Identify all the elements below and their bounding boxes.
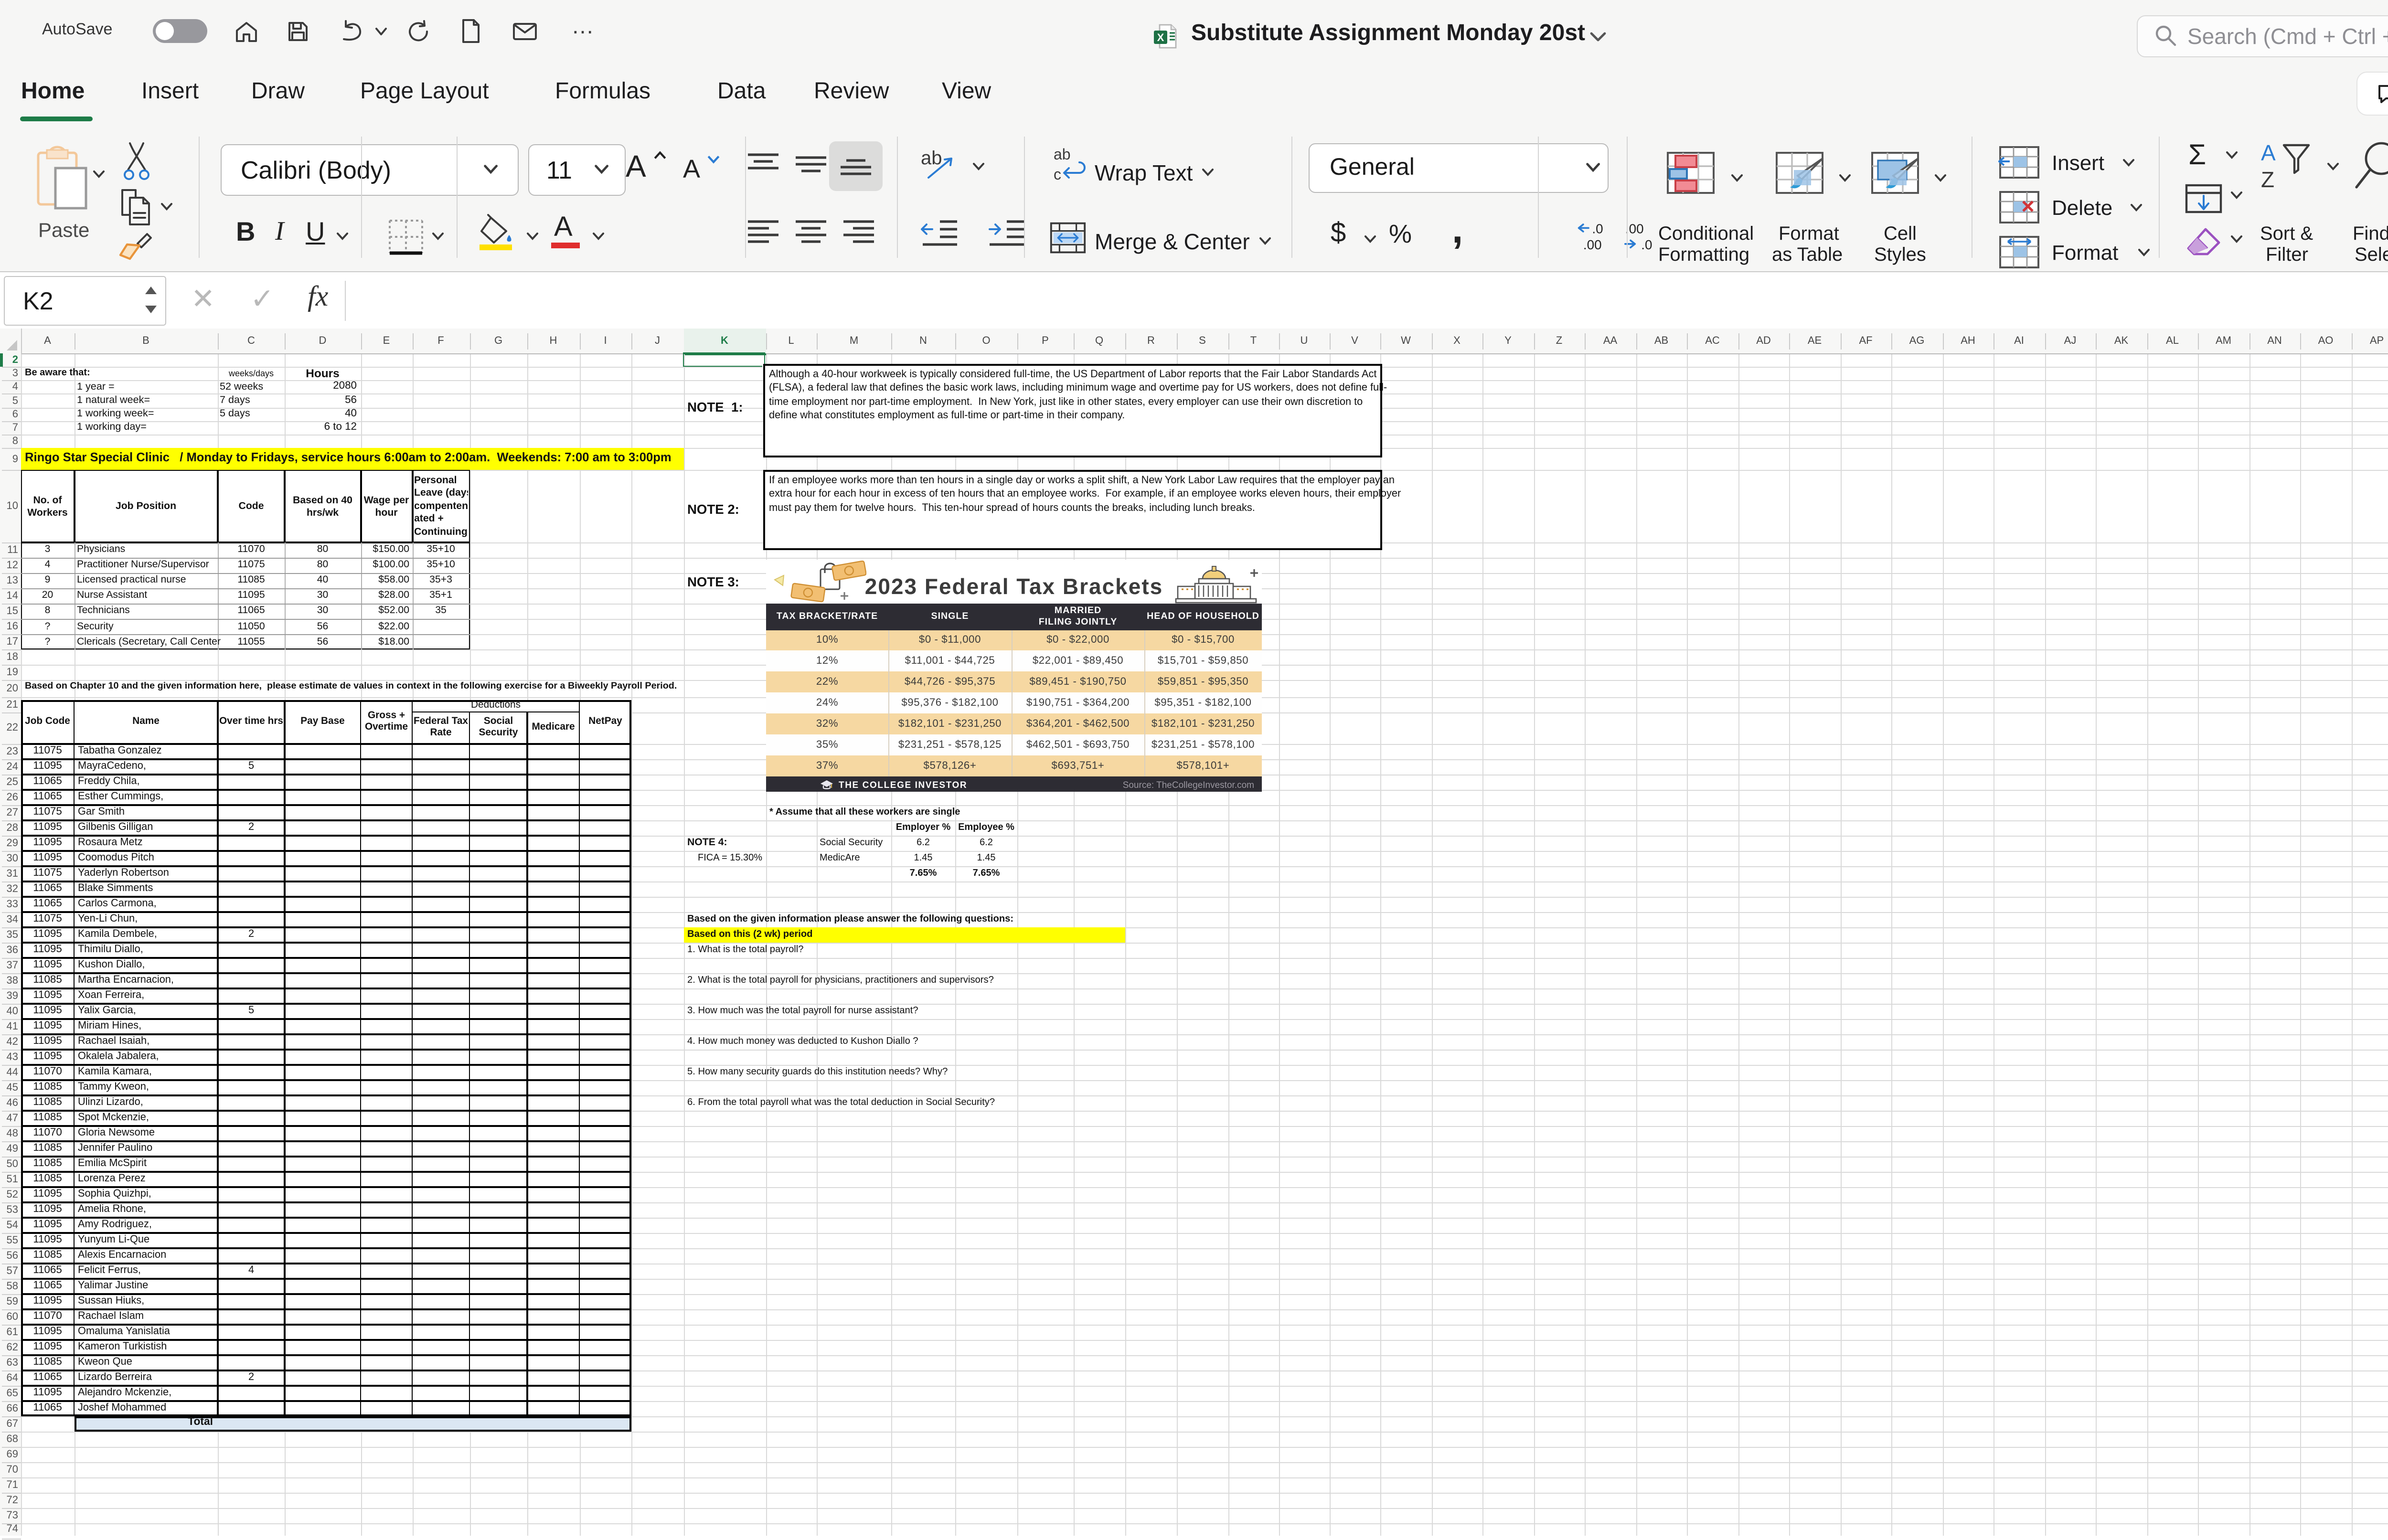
- svg-text:ab: ab: [921, 148, 942, 169]
- svg-text:Z: Z: [2261, 167, 2274, 192]
- svg-text:c: c: [1054, 166, 1061, 183]
- svg-text:ab: ab: [1054, 146, 1071, 163]
- svg-text:.00: .00: [1625, 222, 1644, 236]
- svg-text:.0: .0: [1641, 237, 1652, 252]
- svg-text:.0: .0: [1592, 222, 1603, 236]
- svg-text:A: A: [2261, 140, 2276, 165]
- svg-text:X: X: [1157, 32, 1164, 43]
- svg-text:.00: .00: [1583, 237, 1602, 252]
